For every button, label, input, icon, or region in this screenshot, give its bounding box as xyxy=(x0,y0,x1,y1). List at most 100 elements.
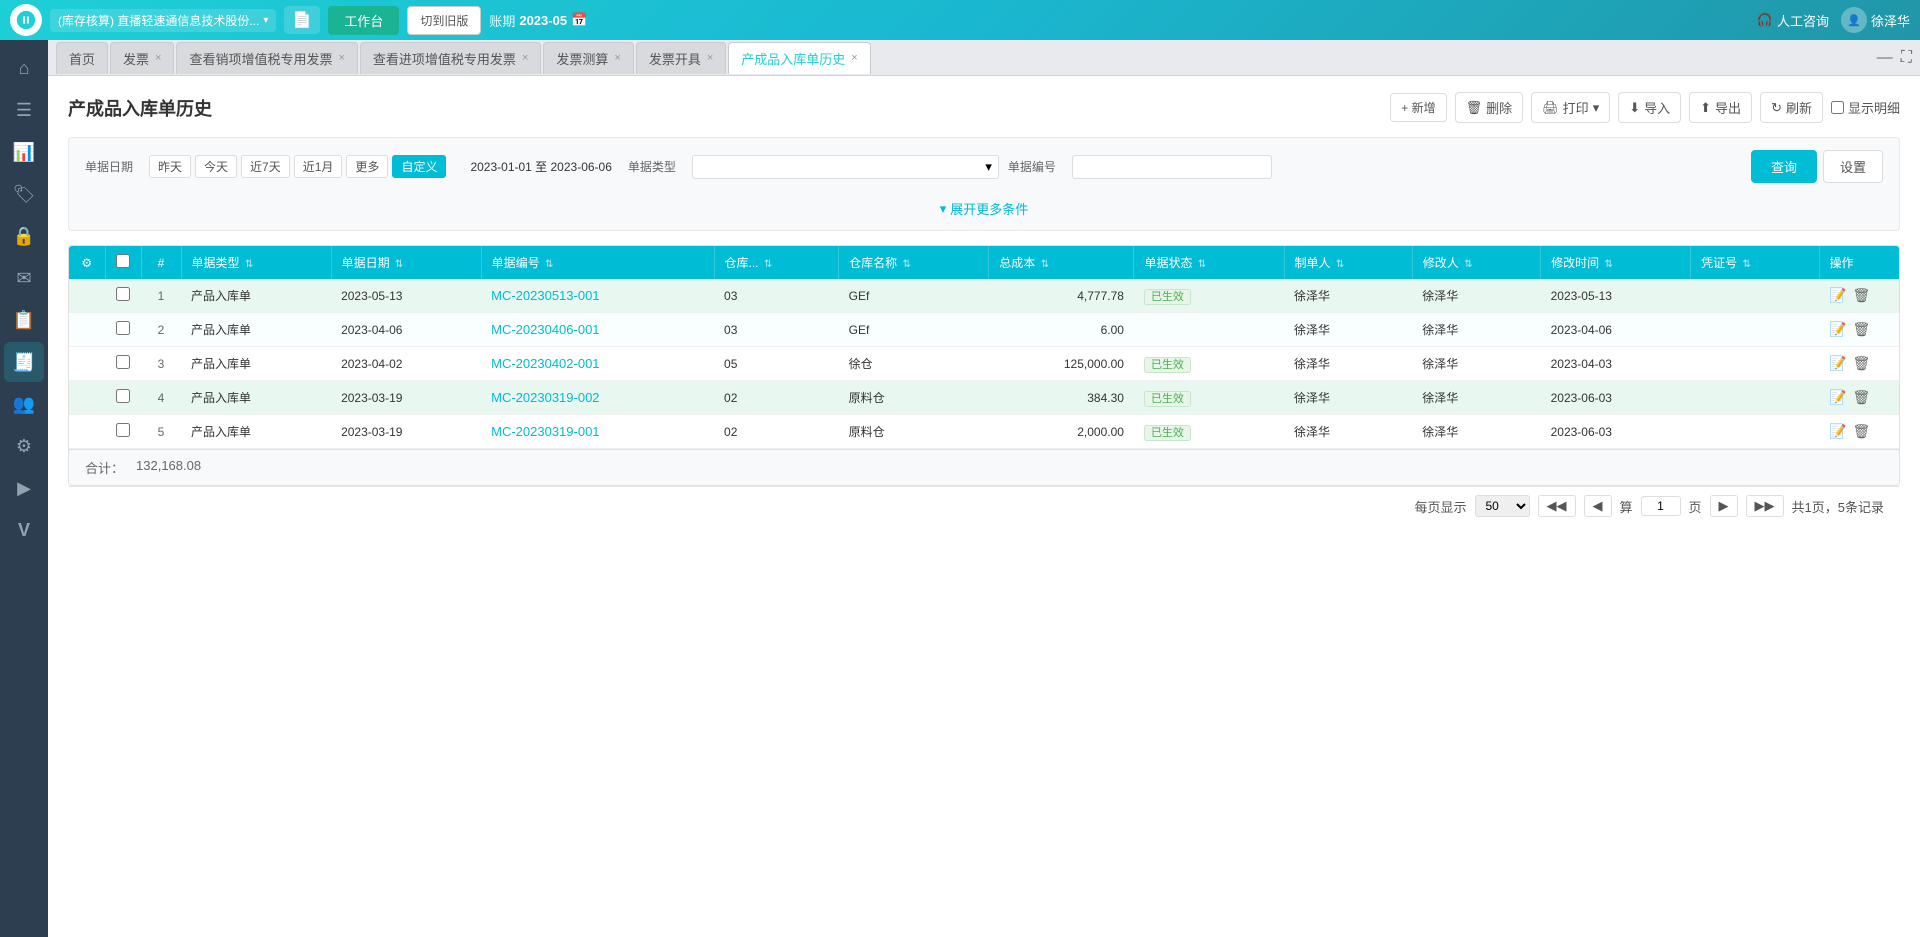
tab-invoice-issue[interactable]: 发票开具 × xyxy=(636,42,726,74)
print-button[interactable]: 🖨 打印 ▾ xyxy=(1531,92,1610,123)
sidebar-item-clipboard[interactable]: 📋 xyxy=(4,300,44,340)
user-area[interactable]: 👤 徐泽华 xyxy=(1841,7,1910,33)
show-detail-checkbox[interactable] xyxy=(1831,101,1844,114)
tab-invoice[interactable]: 发票 × xyxy=(110,42,174,74)
th-doc-date[interactable]: 单据日期 ⇅ xyxy=(331,246,481,279)
import-button[interactable]: ⬇ 导入 xyxy=(1618,92,1681,123)
tab-close-invoice-issue[interactable]: × xyxy=(707,52,713,64)
th-warehouse-name[interactable]: 仓库名称 ⇅ xyxy=(839,246,989,279)
th-warehouse-code[interactable]: 仓库... ⇅ xyxy=(714,246,839,279)
sidebar-item-settings[interactable]: ⚙ xyxy=(4,426,44,466)
row-cb-4[interactable] xyxy=(105,415,141,449)
row-cb-2[interactable] xyxy=(105,347,141,381)
date-btn-custom[interactable]: 自定义 xyxy=(392,155,446,178)
edit-btn-0[interactable]: 📝 xyxy=(1829,287,1846,304)
th-doc-status[interactable]: 单据状态 ⇅ xyxy=(1134,246,1284,279)
date-btn-yesterday[interactable]: 昨天 xyxy=(149,155,191,178)
delete-btn-2[interactable]: 🗑 xyxy=(1852,355,1870,372)
last-page-button[interactable]: ▶▶ xyxy=(1746,495,1784,517)
doc-num-link-0[interactable]: MC-20230513-001 xyxy=(491,288,599,303)
tab-close-invoice[interactable]: × xyxy=(155,52,161,64)
row-cb-1[interactable] xyxy=(105,313,141,347)
tab-product-inbound[interactable]: 产成品入库单历史 × xyxy=(728,42,870,74)
sidebar-item-people[interactable]: 👥 xyxy=(4,384,44,424)
sidebar-item-docs[interactable]: ☰ xyxy=(4,90,44,130)
company-selector[interactable]: (库存核算) 直播轻速通信息技术股份... ▾ xyxy=(50,9,276,32)
first-page-button[interactable]: ◀◀ xyxy=(1538,495,1576,517)
delete-btn-4[interactable]: 🗑 xyxy=(1852,423,1870,440)
th-modify-time[interactable]: 修改时间 ⇅ xyxy=(1541,246,1691,279)
doc-num-link-4[interactable]: MC-20230319-001 xyxy=(491,424,599,439)
sidebar-item-chart[interactable]: 📊 xyxy=(4,132,44,172)
row-cb-3[interactable] xyxy=(105,381,141,415)
next-page-button[interactable]: ▶ xyxy=(1710,495,1738,517)
doc-num-link-3[interactable]: MC-20230319-002 xyxy=(491,390,599,405)
th-doc-num[interactable]: 单据编号 ⇅ xyxy=(481,246,714,279)
sidebar-item-home[interactable]: ⌂ xyxy=(4,48,44,88)
prev-page-button[interactable]: ◀ xyxy=(1584,495,1612,517)
calendar-icon[interactable]: 📅 xyxy=(571,12,587,28)
sidebar-item-v[interactable]: V xyxy=(4,510,44,550)
sidebar-item-lock[interactable]: 🔒 xyxy=(4,216,44,256)
sidebar-item-mail[interactable]: ✉ xyxy=(4,258,44,298)
row-checkbox-4[interactable] xyxy=(116,423,130,437)
switch-version-button[interactable]: 切到旧版 xyxy=(407,6,481,35)
tab-home[interactable]: 首页 xyxy=(56,42,108,74)
doc-num-link-1[interactable]: MC-20230406-001 xyxy=(491,322,599,337)
row-checkbox-0[interactable] xyxy=(116,287,130,301)
workspace-button[interactable]: 工作台 xyxy=(328,6,399,35)
document-icon[interactable]: 📄 xyxy=(284,6,320,34)
row-checkbox-2[interactable] xyxy=(116,355,130,369)
delete-btn-1[interactable]: 🗑 xyxy=(1852,321,1870,338)
th-settings[interactable]: ⚙ xyxy=(69,246,105,279)
select-all-checkbox[interactable] xyxy=(116,254,130,268)
date-btn-1month[interactable]: 近1月 xyxy=(294,155,343,178)
export-button[interactable]: ⬆ 导出 xyxy=(1689,92,1752,123)
edit-btn-1[interactable]: 📝 xyxy=(1829,321,1846,338)
sidebar-item-tag[interactable]: 🏷 xyxy=(4,174,44,214)
row-checkbox-3[interactable] xyxy=(116,389,130,403)
edit-btn-2[interactable]: 📝 xyxy=(1829,355,1846,372)
delete-btn-3[interactable]: 🗑 xyxy=(1852,389,1870,406)
th-doc-type[interactable]: 单据类型 ⇅ xyxy=(181,246,331,279)
query-button[interactable]: 查询 xyxy=(1751,150,1817,183)
tab-close-product-inbound[interactable]: × xyxy=(851,52,857,64)
row-doc-num-4[interactable]: MC-20230319-001 xyxy=(481,415,714,449)
tab-invoice-calc[interactable]: 发票测算 × xyxy=(543,42,633,74)
page-number-input[interactable] xyxy=(1641,496,1681,516)
tab-close-invoice-calc[interactable]: × xyxy=(614,52,620,64)
edit-btn-3[interactable]: 📝 xyxy=(1829,389,1846,406)
date-btn-7days[interactable]: 近7天 xyxy=(241,155,290,178)
row-doc-num-0[interactable]: MC-20230513-001 xyxy=(481,279,714,313)
per-page-select[interactable]: 50 20 100 xyxy=(1475,495,1530,517)
expand-conditions-button[interactable]: ▾ 展开更多条件 xyxy=(940,199,1029,218)
row-doc-num-2[interactable]: MC-20230402-001 xyxy=(481,347,714,381)
tab-close-vat-purchase[interactable]: × xyxy=(522,52,528,64)
th-creator[interactable]: 制单人 ⇅ xyxy=(1284,246,1412,279)
row-checkbox-1[interactable] xyxy=(116,321,130,335)
new-button[interactable]: + 新增 xyxy=(1390,93,1446,122)
th-total-cost[interactable]: 总成本 ⇅ xyxy=(989,246,1134,279)
delete-button[interactable]: 🗑 删除 xyxy=(1455,92,1524,123)
sidebar-item-receipt[interactable]: 🧾 xyxy=(4,342,44,382)
doc-type-select[interactable]: 产品入库单 xyxy=(692,155,999,179)
th-voucher-num[interactable]: 凭证号 ⇅ xyxy=(1691,246,1819,279)
date-btn-more[interactable]: 更多 xyxy=(346,155,388,178)
row-doc-num-1[interactable]: MC-20230406-001 xyxy=(481,313,714,347)
date-btn-today[interactable]: 今天 xyxy=(195,155,237,178)
th-modifier[interactable]: 修改人 ⇅ xyxy=(1412,246,1540,279)
refresh-button[interactable]: ↻ 刷新 xyxy=(1760,92,1823,123)
edit-btn-4[interactable]: 📝 xyxy=(1829,423,1846,440)
delete-btn-0[interactable]: 🗑 xyxy=(1852,287,1870,304)
tab-close-vat-sales[interactable]: × xyxy=(338,52,344,64)
tab-vat-purchase[interactable]: 查看进项增值税专用发票 × xyxy=(360,42,541,74)
show-detail-label[interactable]: 显示明细 xyxy=(1831,98,1900,117)
row-cb-0[interactable] xyxy=(105,279,141,313)
tab-maximize-button[interactable]: ⛶ xyxy=(1901,49,1912,67)
row-doc-num-3[interactable]: MC-20230319-002 xyxy=(481,381,714,415)
tab-vat-sales[interactable]: 查看销项增值税专用发票 × xyxy=(176,42,357,74)
doc-num-link-2[interactable]: MC-20230402-001 xyxy=(491,356,599,371)
doc-num-input[interactable] xyxy=(1072,155,1272,179)
sidebar-item-play[interactable]: ▶ xyxy=(4,468,44,508)
tab-minimize-button[interactable]: — xyxy=(1877,49,1893,67)
